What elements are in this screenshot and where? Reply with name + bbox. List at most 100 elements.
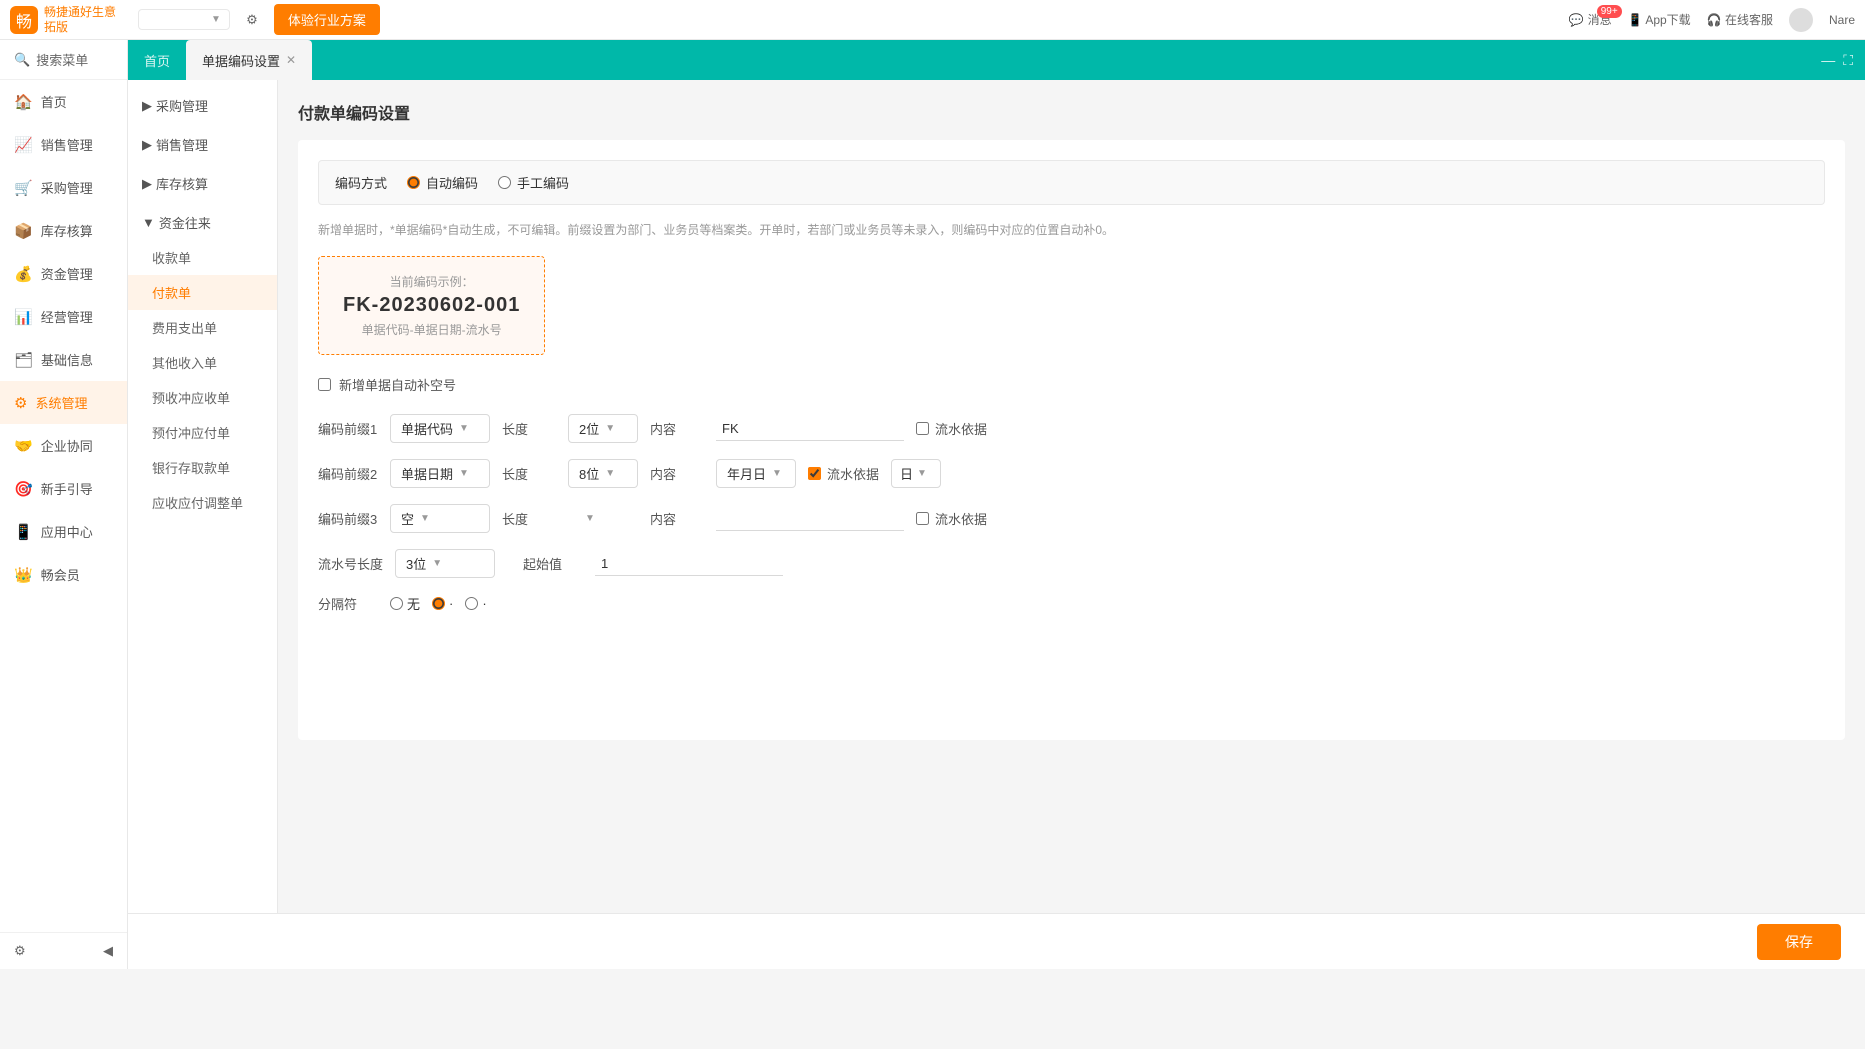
stream-unit-select[interactable]: 日 ▼ bbox=[891, 459, 941, 488]
auto-fill-row: 新增单据自动补空号 bbox=[318, 375, 1825, 394]
online-service-link[interactable]: 🎧 在线客服 bbox=[1707, 11, 1773, 28]
start-value-input[interactable] bbox=[595, 552, 783, 576]
stream-checkbox-3[interactable] bbox=[916, 512, 929, 525]
prefix-select-1[interactable]: 单据代码 ▼ bbox=[390, 414, 490, 443]
avatar[interactable] bbox=[1789, 8, 1813, 32]
prefix-label-1: 编码前缀1 bbox=[318, 419, 378, 438]
serial-length-select[interactable]: 3位 ▼ bbox=[395, 549, 495, 578]
bottom-bar: 保存 bbox=[128, 913, 1865, 969]
try-button[interactable]: 体验行业方案 bbox=[274, 4, 380, 35]
length-select-2[interactable]: 8位 ▼ bbox=[568, 459, 638, 488]
sidebar-item-inventory[interactable]: 📦 库存核算 bbox=[0, 209, 127, 252]
start-value-label: 起始值 bbox=[523, 554, 583, 573]
save-button[interactable]: 保存 bbox=[1757, 924, 1841, 960]
group-finance-header[interactable]: ▼ 资金往来 bbox=[128, 205, 277, 240]
separator-dash-option[interactable]: · bbox=[465, 596, 486, 611]
appstore-icon: 📱 bbox=[14, 523, 33, 541]
sidebar: 🔍 搜索菜单 🏠 首页 📈 销售管理 🛒 采购管理 📦 库存核算 💰 资金管理 … bbox=[0, 40, 128, 969]
stream-check-3[interactable]: 流水依据 bbox=[916, 509, 987, 528]
separator-dot-option[interactable]: · bbox=[432, 596, 453, 611]
manual-code-radio[interactable] bbox=[498, 176, 511, 189]
search-icon: 🔍 bbox=[14, 52, 30, 68]
preview-desc: 单据代码-单据日期-流水号 bbox=[343, 321, 520, 338]
length-label-1: 长度 bbox=[502, 419, 562, 438]
length-select-1[interactable]: 2位 ▼ bbox=[568, 414, 638, 443]
system-icon: ⚙ bbox=[14, 394, 27, 412]
chevron-icon5: ▼ bbox=[772, 468, 782, 479]
prefix-select-2[interactable]: 单据日期 ▼ bbox=[390, 459, 490, 488]
stream-check-2[interactable]: 流水依据 bbox=[808, 464, 879, 483]
sidebar-bottom[interactable]: ⚙ ◀ bbox=[0, 932, 127, 969]
chevron-down-icon: ▼ bbox=[211, 14, 221, 25]
stream-check-1[interactable]: 流水依据 bbox=[916, 419, 987, 438]
settings-icon[interactable]: ⚙ bbox=[238, 6, 266, 34]
sidebar-item-system[interactable]: ⚙ 系统管理 bbox=[0, 381, 127, 424]
guide-icon: 🎯 bbox=[14, 480, 33, 498]
message-button[interactable]: 💬 消息 99+ bbox=[1569, 11, 1612, 28]
separator-dot-radio[interactable] bbox=[432, 597, 445, 610]
group-inventory-header[interactable]: ▶ 库存核算 bbox=[128, 166, 277, 201]
member-icon: 👑 bbox=[14, 566, 33, 584]
menu-item-expense[interactable]: 费用支出单 bbox=[128, 310, 277, 345]
chevron-down-icon2: ▼ bbox=[142, 215, 155, 230]
auto-fill-checkbox[interactable] bbox=[318, 378, 331, 391]
tab-close-icon[interactable]: ✕ bbox=[286, 53, 296, 67]
collapse-button[interactable]: ◀ bbox=[103, 943, 113, 959]
basic-icon: 🗂 bbox=[14, 351, 33, 369]
settings-bottom-icon: ⚙ bbox=[14, 943, 26, 959]
logo-text: 畅捷通好生意 拓版 bbox=[44, 5, 116, 34]
enterprise-icon: 🤝 bbox=[14, 437, 33, 455]
prefix-select-3[interactable]: 空 ▼ bbox=[390, 504, 490, 533]
menu-item-adjustment[interactable]: 应收应付调整单 bbox=[128, 485, 277, 520]
sidebar-item-purchase[interactable]: 🛒 采购管理 bbox=[0, 166, 127, 209]
manual-code-option[interactable]: 手工编码 bbox=[498, 173, 569, 192]
auto-code-option[interactable]: 自动编码 bbox=[407, 173, 478, 192]
window-minimize-icon[interactable]: — bbox=[1821, 52, 1835, 68]
menu-item-payment[interactable]: 付款单 bbox=[128, 275, 277, 310]
prefix-row-1: 编码前缀1 单据代码 ▼ 长度 2位 ▼ 内容 流水依据 bbox=[318, 414, 1825, 443]
app-download-link[interactable]: 📱 App下载 bbox=[1628, 11, 1691, 28]
preview-label: 当前编码示例： bbox=[343, 273, 520, 290]
logo-icon: 畅 bbox=[10, 6, 38, 34]
chevron-right-icon2: ▶ bbox=[142, 137, 152, 153]
auto-code-radio[interactable] bbox=[407, 176, 420, 189]
group-inventory: ▶ 库存核算 bbox=[128, 166, 277, 201]
menu-item-advance-recv[interactable]: 预收冲应收单 bbox=[128, 380, 277, 415]
content-select-2[interactable]: 年月日 ▼ bbox=[716, 459, 796, 488]
sidebar-item-enterprise[interactable]: 🤝 企业协同 bbox=[0, 424, 127, 467]
separator-dash-radio[interactable] bbox=[465, 597, 478, 610]
top-bar-middle: ▼ ⚙ 体验行业方案 bbox=[138, 4, 1561, 35]
menu-item-receipt[interactable]: 收款单 bbox=[128, 240, 277, 275]
sidebar-item-member[interactable]: 👑 畅会员 bbox=[0, 553, 127, 596]
stream-checkbox-1[interactable] bbox=[916, 422, 929, 435]
second-sidebar: ▶ 采购管理 ▶ 销售管理 ▶ 库存核算 ▼ 资金往来 收款单 付款单 费用支出… bbox=[128, 80, 278, 969]
separator-none-option[interactable]: 无 bbox=[390, 594, 420, 613]
content-input-3[interactable] bbox=[716, 507, 904, 531]
sidebar-item-appstore[interactable]: 📱 应用中心 bbox=[0, 510, 127, 553]
content-input-1[interactable] bbox=[716, 417, 904, 441]
group-purchase-header[interactable]: ▶ 采购管理 bbox=[128, 88, 277, 123]
sidebar-item-basic[interactable]: 🗂 基础信息 bbox=[0, 338, 127, 381]
stream-checkbox-2[interactable] bbox=[808, 467, 821, 480]
group-sales-header[interactable]: ▶ 销售管理 bbox=[128, 127, 277, 162]
menu-item-advance-pay[interactable]: 预付冲应付单 bbox=[128, 415, 277, 450]
message-icon: 💬 bbox=[1569, 13, 1584, 27]
separator-row: 分隔符 无 · · bbox=[318, 594, 1825, 613]
separator-none-radio[interactable] bbox=[390, 597, 403, 610]
user-name[interactable]: Nare bbox=[1829, 13, 1855, 27]
sidebar-item-sales[interactable]: 📈 销售管理 bbox=[0, 123, 127, 166]
tab-code-settings[interactable]: 单据编码设置 ✕ bbox=[186, 40, 312, 80]
sidebar-item-guide[interactable]: 🎯 新手引导 bbox=[0, 467, 127, 510]
menu-item-income[interactable]: 其他收入单 bbox=[128, 345, 277, 380]
search-menu-button[interactable]: 🔍 搜索菜单 bbox=[0, 40, 127, 80]
sidebar-item-operation[interactable]: 📊 经营管理 bbox=[0, 295, 127, 338]
length-select-3[interactable]: ▼ bbox=[568, 508, 638, 529]
tab-home-label: 首页 bbox=[144, 51, 170, 70]
window-maximize-icon[interactable]: ⛶ bbox=[1843, 52, 1853, 69]
serial-row: 流水号长度 3位 ▼ 起始值 bbox=[318, 549, 1825, 578]
tab-home[interactable]: 首页 bbox=[128, 40, 186, 80]
menu-item-bank[interactable]: 银行存取款单 bbox=[128, 450, 277, 485]
sidebar-item-finance[interactable]: 💰 资金管理 bbox=[0, 252, 127, 295]
top-bar-dropdown[interactable]: ▼ bbox=[138, 9, 230, 30]
sidebar-item-home[interactable]: 🏠 首页 bbox=[0, 80, 127, 123]
